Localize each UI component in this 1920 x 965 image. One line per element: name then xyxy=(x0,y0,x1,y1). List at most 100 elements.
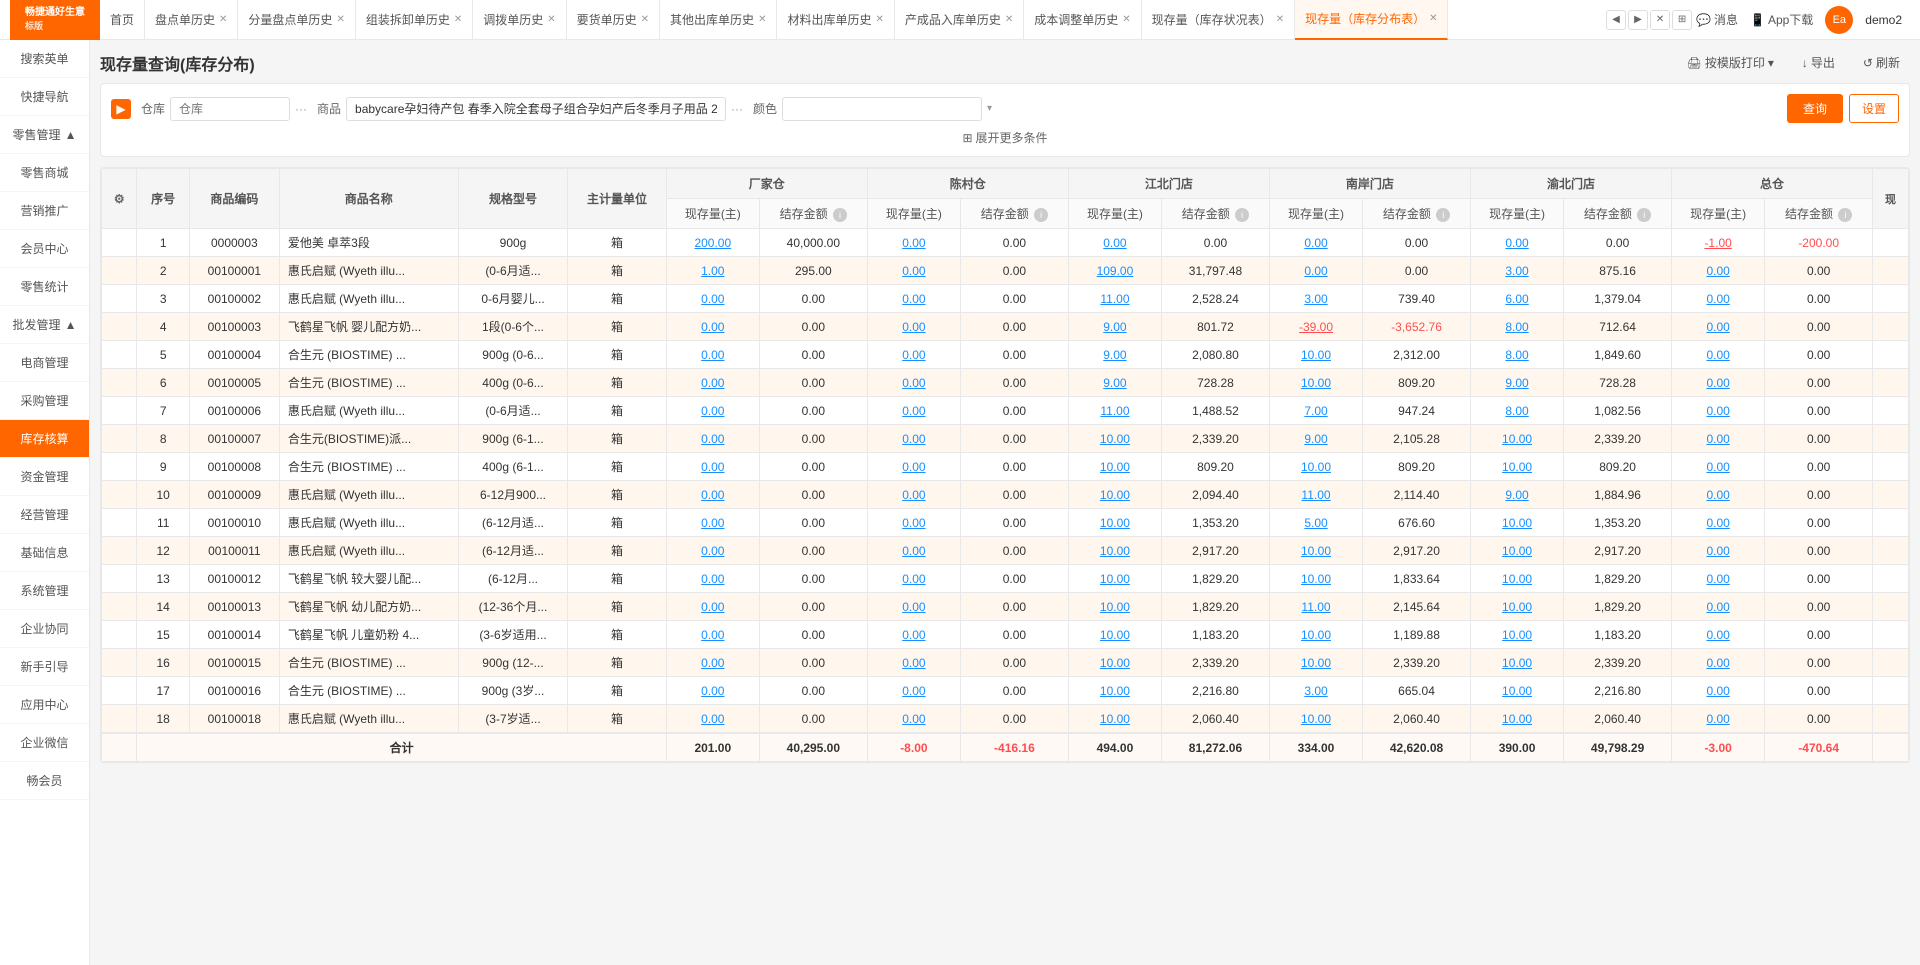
cell-factory-stock[interactable]: 0.00 xyxy=(666,537,759,565)
cell-chen-stock[interactable]: 0.00 xyxy=(867,481,960,509)
sidebar-item-purchase[interactable]: 采购管理 xyxy=(0,382,89,420)
cell-yuubei-stock[interactable]: 8.00 xyxy=(1470,341,1563,369)
cell-jiangbei-stock[interactable]: 10.00 xyxy=(1068,509,1161,537)
cell-chen-stock[interactable]: 0.00 xyxy=(867,677,960,705)
cell-jiangbei-stock[interactable]: 10.00 xyxy=(1068,593,1161,621)
app-download-btn[interactable]: 📱 App下载 xyxy=(1750,11,1813,28)
cell-yuubei-stock[interactable]: 10.00 xyxy=(1470,453,1563,481)
cell-nanan-stock[interactable]: 10.00 xyxy=(1269,565,1362,593)
tab-close-score-history[interactable]: ✕ xyxy=(336,14,344,25)
cell-yuubei-stock[interactable]: 8.00 xyxy=(1470,313,1563,341)
cell-factory-stock[interactable]: 0.00 xyxy=(666,621,759,649)
cell-factory-stock[interactable]: 0.00 xyxy=(666,425,759,453)
tab-close-inventory-check[interactable]: ✕ xyxy=(219,14,227,25)
cell-chen-stock[interactable]: 0.00 xyxy=(867,285,960,313)
cell-nanan-stock[interactable]: 10.00 xyxy=(1269,705,1362,734)
sidebar-item-finance[interactable]: 资金管理 xyxy=(0,458,89,496)
sidebar-item-search[interactable]: 搜索英单 xyxy=(0,40,89,78)
cell-total-stock[interactable]: 0.00 xyxy=(1671,341,1764,369)
sidebar-item-apps[interactable]: 应用中心 xyxy=(0,686,89,724)
sidebar-item-shortcut[interactable]: 快捷导航 xyxy=(0,78,89,116)
cell-jiangbei-stock[interactable]: 9.00 xyxy=(1068,369,1161,397)
cell-chen-stock[interactable]: 0.00 xyxy=(867,453,960,481)
cell-jiangbei-stock[interactable]: 10.00 xyxy=(1068,537,1161,565)
tab-close-cost-adjust-history[interactable]: ✕ xyxy=(1122,14,1130,25)
tab-inventory-check[interactable]: 盘点单历史✕ xyxy=(145,0,238,40)
cell-total-stock[interactable]: 0.00 xyxy=(1671,649,1764,677)
sidebar-item-system[interactable]: 系统管理 xyxy=(0,572,89,610)
cell-jiangbei-stock[interactable]: 11.00 xyxy=(1068,397,1161,425)
cell-nanan-stock[interactable]: 3.00 xyxy=(1269,677,1362,705)
cell-yuubei-stock[interactable]: 10.00 xyxy=(1470,677,1563,705)
avatar[interactable]: Ea xyxy=(1825,6,1853,34)
cell-yuubei-stock[interactable]: 9.00 xyxy=(1470,481,1563,509)
tab-close-product-in-history[interactable]: ✕ xyxy=(1005,14,1013,25)
tab-stock-status[interactable]: 现存量（库存状况表）✕ xyxy=(1142,0,1295,40)
cell-chen-stock[interactable]: 0.00 xyxy=(867,369,960,397)
cell-factory-stock[interactable]: 0.00 xyxy=(666,285,759,313)
cell-total-stock[interactable]: 0.00 xyxy=(1671,481,1764,509)
cell-factory-stock[interactable]: 0.00 xyxy=(666,369,759,397)
cell-yuubei-stock[interactable]: 10.00 xyxy=(1470,565,1563,593)
cell-jiangbei-stock[interactable]: 9.00 xyxy=(1068,313,1161,341)
sidebar-item-inventory[interactable]: 库存核算 xyxy=(0,420,89,458)
cell-yuubei-stock[interactable]: 6.00 xyxy=(1470,285,1563,313)
cell-nanan-stock[interactable]: 10.00 xyxy=(1269,341,1362,369)
sidebar-item-wechat[interactable]: 企业微信 xyxy=(0,724,89,762)
tab-transfer-history[interactable]: 调拨单历史✕ xyxy=(473,0,566,40)
cell-total-stock[interactable]: 0.00 xyxy=(1671,369,1764,397)
goods-input[interactable] xyxy=(346,97,726,121)
cell-chen-stock[interactable]: 0.00 xyxy=(867,649,960,677)
cell-nanan-stock[interactable]: 10.00 xyxy=(1269,649,1362,677)
cell-factory-stock[interactable]: 200.00 xyxy=(666,229,759,257)
cell-jiangbei-stock[interactable]: 10.00 xyxy=(1068,705,1161,734)
cell-total-stock[interactable]: 0.00 xyxy=(1671,565,1764,593)
cell-factory-stock[interactable]: 0.00 xyxy=(666,341,759,369)
color-input[interactable] xyxy=(782,97,982,121)
sidebar-item-member[interactable]: 会员中心 xyxy=(0,230,89,268)
cell-chen-stock[interactable]: 0.00 xyxy=(867,397,960,425)
warehouse-dots[interactable]: ··· xyxy=(295,102,307,116)
tab-combo-history[interactable]: 组装拆卸单历史✕ xyxy=(356,0,473,40)
cell-total-stock[interactable]: 0.00 xyxy=(1671,537,1764,565)
tab-home[interactable]: 首页 xyxy=(100,0,145,40)
tab-material-out-history[interactable]: 材料出库单历史✕ xyxy=(777,0,894,40)
query-btn[interactable]: 查询 xyxy=(1787,94,1843,123)
cell-yuubei-stock[interactable]: 10.00 xyxy=(1470,705,1563,734)
print-btn[interactable]: 🖨 按模版打印 ▾ xyxy=(1677,50,1784,75)
cell-yuubei-stock[interactable]: 0.00 xyxy=(1470,229,1563,257)
cell-factory-stock[interactable]: 0.00 xyxy=(666,593,759,621)
cell-yuubei-stock[interactable]: 10.00 xyxy=(1470,649,1563,677)
tab-prev-btn[interactable]: ◀ xyxy=(1606,10,1626,30)
cell-total-stock[interactable]: 0.00 xyxy=(1671,313,1764,341)
tab-close-stock-dist[interactable]: ✕ xyxy=(1429,13,1437,24)
sidebar-item-retail-mgmt[interactable]: 零售管理▲ xyxy=(0,116,89,154)
cell-nanan-stock[interactable]: 0.00 xyxy=(1269,257,1362,285)
tab-stock-dist[interactable]: 现存量（库存分布表）✕ xyxy=(1295,0,1448,40)
messages-btn[interactable]: 💬 消息 xyxy=(1696,11,1738,28)
export-btn[interactable]: ↓ 导出 xyxy=(1792,50,1845,75)
cell-total-stock[interactable]: 0.00 xyxy=(1671,257,1764,285)
cell-chen-stock[interactable]: 0.00 xyxy=(867,425,960,453)
sidebar-item-vip[interactable]: 畅会员 xyxy=(0,762,89,800)
cell-nanan-stock[interactable]: 3.00 xyxy=(1269,285,1362,313)
sidebar-item-guide[interactable]: 新手引导 xyxy=(0,648,89,686)
tab-close-combo-history[interactable]: ✕ xyxy=(454,14,462,25)
tab-score-history[interactable]: 分量盘点单历史✕ xyxy=(238,0,355,40)
cell-factory-stock[interactable]: 0.00 xyxy=(666,453,759,481)
cell-nanan-stock[interactable]: 10.00 xyxy=(1269,621,1362,649)
cell-jiangbei-stock[interactable]: 109.00 xyxy=(1068,257,1161,285)
cell-factory-stock[interactable]: 0.00 xyxy=(666,313,759,341)
cell-nanan-stock[interactable]: 10.00 xyxy=(1269,537,1362,565)
refresh-btn[interactable]: ↺ 刷新 xyxy=(1853,50,1910,75)
cell-chen-stock[interactable]: 0.00 xyxy=(867,537,960,565)
cell-nanan-stock[interactable]: 10.00 xyxy=(1269,453,1362,481)
cell-chen-stock[interactable]: 0.00 xyxy=(867,509,960,537)
cell-factory-stock[interactable]: 0.00 xyxy=(666,649,759,677)
warehouse-input[interactable] xyxy=(170,97,290,121)
cell-factory-stock[interactable]: 0.00 xyxy=(666,481,759,509)
tab-other-out-history[interactable]: 其他出库单历史✕ xyxy=(660,0,777,40)
cell-chen-stock[interactable]: 0.00 xyxy=(867,621,960,649)
cell-total-stock[interactable]: 0.00 xyxy=(1671,593,1764,621)
cell-yuubei-stock[interactable]: 10.00 xyxy=(1470,621,1563,649)
